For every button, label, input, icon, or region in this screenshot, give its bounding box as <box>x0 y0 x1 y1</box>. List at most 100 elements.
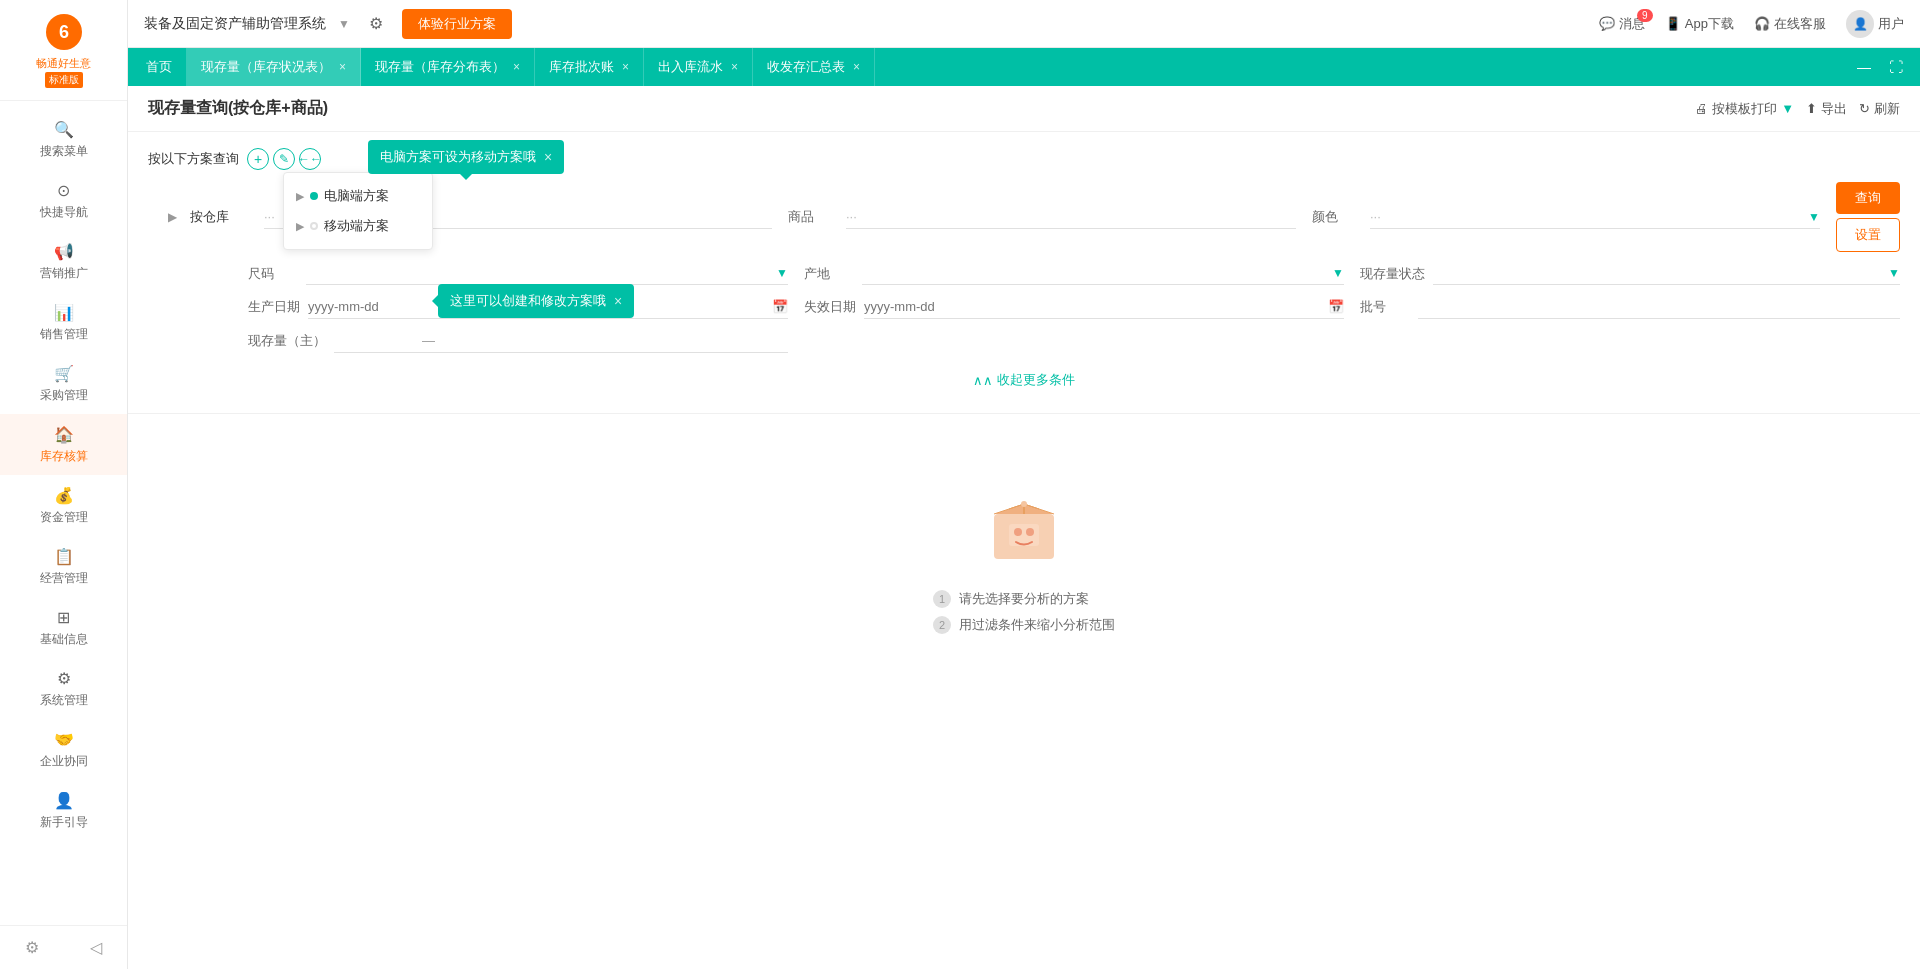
edit-scheme-btn[interactable]: ✎ <box>273 148 295 170</box>
reset-button[interactable]: 设置 <box>1836 218 1900 252</box>
inventory-icon: 🏠 <box>54 424 74 444</box>
operation-icon: 📋 <box>54 546 74 566</box>
trial-button[interactable]: 体验行业方案 <box>402 9 512 39</box>
tooltip1-close[interactable]: × <box>544 149 552 165</box>
sidebar-item-system[interactable]: ⚙ 系统管理 <box>0 658 127 719</box>
svg-point-7 <box>1026 528 1034 536</box>
sidebar-item-search[interactable]: 🔍 搜索菜单 <box>0 109 127 170</box>
system-icon: ⚙ <box>54 668 74 688</box>
sidebar-item-guide[interactable]: 👤 新手引导 <box>0 780 127 841</box>
scheme-mobile-label: 移动端方案 <box>324 217 389 235</box>
empty-tip-1: 1 请先选择要分析的方案 <box>933 590 1115 608</box>
export-action[interactable]: ⬆ 导出 <box>1806 100 1847 118</box>
color-dropdown[interactable]: ▼ <box>1808 210 1820 224</box>
app-download-label: App下载 <box>1685 15 1734 33</box>
compass-icon: ⊙ <box>54 180 74 200</box>
page-title: 现存量查询(按仓库+商品) <box>148 98 328 119</box>
tab-collect-send-close[interactable]: × <box>853 60 860 74</box>
sidebar-nav: 🔍 搜索菜单 ⊙ 快捷导航 📢 营销推广 📊 销售管理 🛒 采购管理 🏠 库存核… <box>0 101 127 925</box>
add-scheme-btn[interactable]: + <box>247 148 269 170</box>
sidebar-item-operation[interactable]: 📋 经营管理 <box>0 536 127 597</box>
scheme-desktop-expand: ▶ <box>296 190 304 203</box>
collapse-sidebar-btn[interactable]: ◁ <box>90 938 102 957</box>
tab-collect-send[interactable]: 收发存汇总表 × <box>753 48 875 86</box>
online-support-action[interactable]: 🎧 在线客服 <box>1754 15 1826 33</box>
tab-maximize-btn[interactable]: ⛶ <box>1884 55 1908 79</box>
user-action[interactable]: 👤 用户 <box>1846 10 1904 38</box>
tooltip-scheme-mobile: 电脑方案可设为移动方案哦 × <box>368 140 564 174</box>
tip-num-1: 1 <box>933 590 951 608</box>
scheme-desktop-label: 电脑端方案 <box>324 187 389 205</box>
tab-batch-account-close[interactable]: × <box>622 60 629 74</box>
origin-dropdown[interactable]: ▼ <box>1332 266 1344 280</box>
collapse-bar[interactable]: ∧∧ 收起更多条件 <box>148 363 1900 397</box>
sidebar-item-purchase[interactable]: 🛒 采购管理 <box>0 353 127 414</box>
finance-icon: 💰 <box>54 485 74 505</box>
refresh-icon: ↻ <box>1859 101 1870 116</box>
refresh-action[interactable]: ↻ 刷新 <box>1859 100 1900 118</box>
scheme-desktop[interactable]: ▶ 电脑端方案 <box>284 181 432 211</box>
filter-grid-row1: ··· 商品 ··· 颜色 <box>264 205 1820 229</box>
filter-grid-row4: 现存量（主） — <box>248 329 1900 353</box>
prod-date-calendar-icon[interactable]: 📅 <box>772 299 788 314</box>
sidebar-item-finance[interactable]: 💰 资金管理 <box>0 475 127 536</box>
marketing-icon: 📢 <box>54 241 74 261</box>
sidebar-item-basic[interactable]: ⊞ 基础信息 <box>0 597 127 658</box>
main-area: 装备及固定资产辅助管理系统 ▼ ⚙ 体验行业方案 💬 消息 9 📱 App下载 … <box>128 0 1920 969</box>
expire-date-input[interactable] <box>864 295 1324 318</box>
tab-minimize-btn[interactable]: — <box>1852 55 1876 79</box>
tab-in-out-flow-close[interactable]: × <box>731 60 738 74</box>
filter-row-4: 现存量（主） — <box>248 329 1900 353</box>
tooltip2-close[interactable]: × <box>614 293 622 309</box>
settings-bottom-icon[interactable]: ⚙ <box>25 938 39 957</box>
expire-date-calendar-icon[interactable]: 📅 <box>1328 299 1344 314</box>
tab-batch-account-label: 库存批次账 <box>549 58 614 76</box>
stock-main-dash: — <box>422 333 435 348</box>
search-btn-group: 查询 设置 <box>1836 182 1900 252</box>
online-support-label: 在线客服 <box>1774 15 1826 33</box>
tab-batch-account[interactable]: 库存批次账 × <box>535 48 644 86</box>
goods-more-icon: ··· <box>846 209 857 224</box>
expire-date-wrapper: 📅 <box>864 295 1344 319</box>
sidebar-item-quicknav[interactable]: ⊙ 快捷导航 <box>0 170 127 231</box>
scheme-mobile[interactable]: ▶ 移动端方案 <box>284 211 432 241</box>
tab-inventory-status[interactable]: 现存量（库存状况表） × <box>187 48 361 86</box>
color-more-icon: ··· <box>1370 209 1381 224</box>
sidebar-item-sales[interactable]: 📊 销售管理 <box>0 292 127 353</box>
message-action[interactable]: 💬 消息 9 <box>1599 15 1645 33</box>
print-dropdown[interactable]: ▼ <box>1781 101 1794 116</box>
print-action[interactable]: 🖨 按模板打印 ▼ <box>1695 100 1794 118</box>
stock-main-to[interactable] <box>443 333 788 348</box>
tab-home[interactable]: 首页 <box>132 48 187 86</box>
color-label: 颜色 <box>1312 208 1362 226</box>
filter-buttons: + ✎ ←← <box>247 148 321 170</box>
sidebar-bottom: ⚙ ◁ <box>0 925 127 969</box>
page-actions: 🖨 按模板打印 ▼ ⬆ 导出 ↻ 刷新 <box>1695 100 1900 118</box>
app-download-action[interactable]: 📱 App下载 <box>1665 15 1734 33</box>
batch-input[interactable] <box>1418 295 1900 319</box>
tabs-actions: — ⛶ <box>1852 55 1916 79</box>
tab-home-label: 首页 <box>146 58 172 76</box>
stock-status-dropdown[interactable]: ▼ <box>1888 266 1900 280</box>
stock-main-from[interactable] <box>334 333 414 348</box>
search-button[interactable]: 查询 <box>1836 182 1900 214</box>
content-area: 现存量查询(按仓库+商品) 🖨 按模板打印 ▼ ⬆ 导出 ↻ 刷新 <box>128 86 1920 969</box>
empty-state: 1 请先选择要分析的方案 2 用过滤条件来缩小分析范围 <box>128 414 1920 694</box>
tab-inventory-dist[interactable]: 现存量（库存分布表） × <box>361 48 535 86</box>
sidebar-item-marketing[interactable]: 📢 营销推广 <box>0 231 127 292</box>
tab-inventory-dist-close[interactable]: × <box>513 60 520 74</box>
tab-in-out-flow[interactable]: 出入库流水 × <box>644 48 753 86</box>
search-icon: 🔍 <box>54 119 74 139</box>
tabs-bar: 首页 现存量（库存状况表） × 现存量（库存分布表） × 库存批次账 × 出入库… <box>128 48 1920 86</box>
empty-tips: 1 请先选择要分析的方案 2 用过滤条件来缩小分析范围 <box>933 590 1115 634</box>
back-scheme-btn[interactable]: ←← <box>299 148 321 170</box>
size-dropdown[interactable]: ▼ <box>776 266 788 280</box>
stock-main-field: 现存量（主） — <box>248 329 788 353</box>
tab-inventory-status-close[interactable]: × <box>339 60 346 74</box>
goods-label: 商品 <box>788 208 838 226</box>
page-container: 现存量查询(按仓库+商品) 🖨 按模板打印 ▼ ⬆ 导出 ↻ 刷新 <box>128 86 1920 969</box>
sidebar-item-cooperation[interactable]: 🤝 企业协同 <box>0 719 127 780</box>
sidebar-item-inventory[interactable]: 🏠 库存核算 <box>0 414 127 475</box>
settings-icon[interactable]: ⚙ <box>362 10 390 38</box>
app-logo: 6 <box>44 12 84 52</box>
